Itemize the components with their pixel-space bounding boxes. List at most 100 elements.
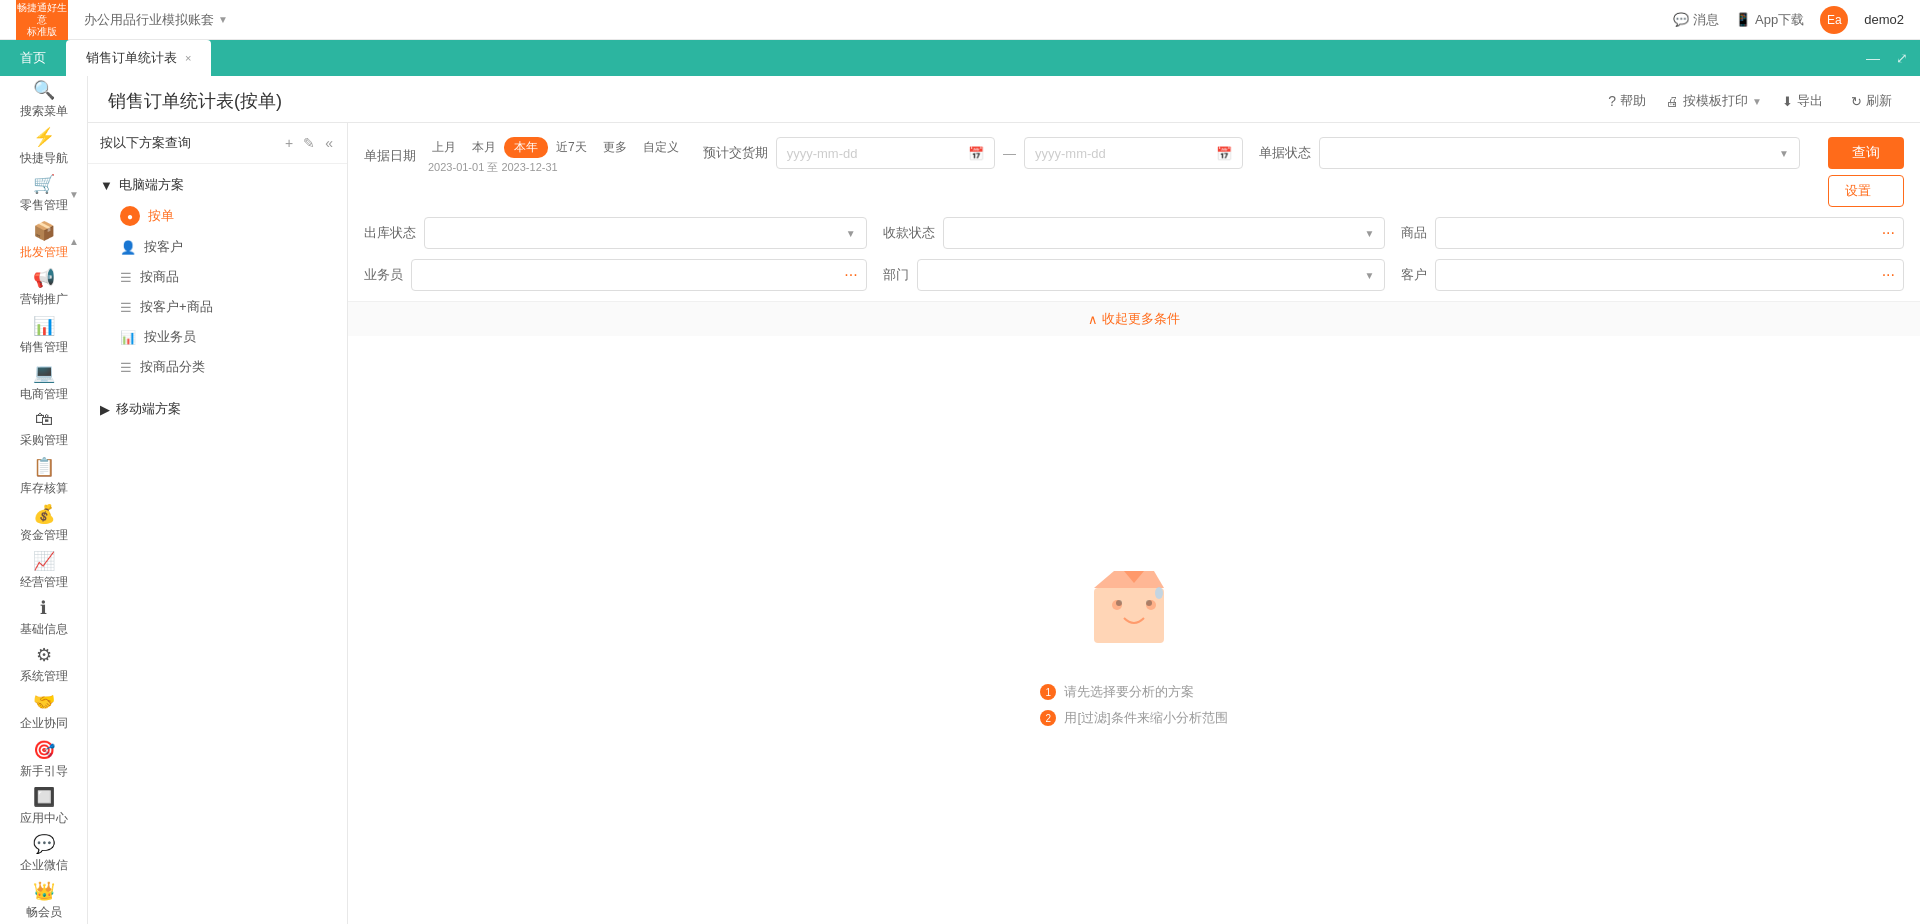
- sidebar-item-guide[interactable]: 🎯 新手引导: [0, 736, 87, 783]
- sidebar-item-system[interactable]: ⚙ 系统管理: [0, 641, 87, 688]
- help-btn[interactable]: ? 帮助: [1600, 88, 1654, 114]
- template-print-btn[interactable]: 🖨 按模板打印 ▼: [1666, 92, 1762, 110]
- expected-date-end[interactable]: yyyy-mm-dd 📅: [1024, 137, 1243, 169]
- scheme-item-by-salesperson[interactable]: 📊 按业务员: [88, 322, 347, 352]
- sidebar-item-membership[interactable]: 👑 畅会员: [0, 877, 87, 924]
- date-btn-custom[interactable]: 自定义: [635, 137, 687, 158]
- sidebar-item-inventory[interactable]: 📋 库存核算: [0, 453, 87, 500]
- sidebar-enterprise-label: 企业协同: [20, 715, 68, 732]
- sidebar-item-shortcuts[interactable]: ⚡ 快捷导航: [0, 123, 87, 170]
- app-download-btn[interactable]: 📱 App下载: [1735, 11, 1804, 29]
- step-1-badge: 1: [1040, 684, 1056, 700]
- salesperson-input[interactable]: ···: [411, 259, 867, 291]
- sidebar-item-enterprise[interactable]: 🤝 企业协同: [0, 688, 87, 735]
- user-avatar[interactable]: Ea: [1820, 6, 1848, 34]
- pc-scheme-section: ▼ 电脑端方案 ● 按单 👤 按客户 ☰ 按商品: [88, 164, 347, 388]
- ecommerce-icon: 💻: [33, 362, 55, 384]
- marketing-icon: 📢: [33, 267, 55, 289]
- sidebar-item-retail[interactable]: 🛒 零售管理 ▼: [0, 170, 87, 217]
- status-select[interactable]: ▼: [1319, 137, 1800, 169]
- mobile-section-label: 移动端方案: [116, 400, 181, 418]
- date-filter-group: 单据日期 上月 本月 本年 近7天 更多 自定义 20: [364, 137, 687, 175]
- add-scheme-btn[interactable]: +: [283, 133, 295, 153]
- sidebar-item-purchase[interactable]: 🛍 采购管理: [0, 406, 87, 453]
- collapse-panel-btn[interactable]: «: [323, 133, 335, 153]
- date-btn-this-year[interactable]: 本年: [504, 137, 548, 158]
- sidebar-retail-label: 零售管理: [20, 197, 68, 214]
- sidebar-item-marketing[interactable]: 📢 营销推广: [0, 264, 87, 311]
- date-btn-more[interactable]: 更多: [595, 137, 635, 158]
- content: 销售订单统计表(按单) ? 帮助 🖨 按模板打印 ▼ ⬇ 导出: [88, 76, 1920, 924]
- filter-row-3: 业务员 ··· 部门 ▼: [348, 249, 1920, 301]
- empty-hint-2: 2 用[过滤]条件来缩小分析范围: [1040, 709, 1227, 727]
- main-layout: 🔍 搜索菜单 ⚡ 快捷导航 🛒 零售管理 ▼ 📦 批发管理 ▲ 📢 营销推广 📊…: [0, 76, 1920, 924]
- customer-label: 客户: [1401, 266, 1427, 284]
- dept-select[interactable]: ▼: [917, 259, 1386, 291]
- sidebar-item-finance[interactable]: 💰 资金管理: [0, 500, 87, 547]
- date-btn-last-7days[interactable]: 近7天: [548, 137, 595, 158]
- sidebar-item-wholesale[interactable]: 📦 批发管理 ▲: [0, 217, 87, 264]
- sidebar-item-ecommerce[interactable]: 💻 电商管理: [0, 359, 87, 406]
- template-print-label: 按模板打印: [1683, 92, 1748, 110]
- out-status-group: 出库状态 ▼: [364, 217, 867, 249]
- date-btn-this-month[interactable]: 本月: [464, 137, 504, 158]
- status-select-arrow-icon: ▼: [1779, 148, 1789, 159]
- scheme-item-by-customer[interactable]: 👤 按客户: [88, 232, 347, 262]
- sidebar-item-basic-info[interactable]: ℹ 基础信息: [0, 594, 87, 641]
- shortcut-icon: ⚡: [33, 126, 55, 148]
- sidebar-item-sales[interactable]: 📊 销售管理: [0, 312, 87, 359]
- nav-maximize-btn[interactable]: ⤢: [1892, 48, 1912, 68]
- scheme-item-by-order[interactable]: ● 按单: [88, 200, 347, 232]
- logo: 畅捷通好生意 标准版: [16, 0, 68, 40]
- user-name[interactable]: demo2: [1864, 12, 1904, 27]
- nav-minimize-btn[interactable]: —: [1862, 48, 1884, 68]
- dept-group: 部门 ▼: [883, 259, 1386, 291]
- receipt-status-select[interactable]: ▼: [943, 217, 1386, 249]
- sidebar-marketing-label: 营销推广: [20, 291, 68, 308]
- date-btn-last-month[interactable]: 上月: [424, 137, 464, 158]
- scheme-item-by-goods[interactable]: ☰ 按商品: [88, 262, 347, 292]
- goods-more-icon[interactable]: ···: [1882, 224, 1895, 242]
- expected-date-start[interactable]: yyyy-mm-dd 📅: [776, 137, 995, 169]
- edit-scheme-btn[interactable]: ✎: [301, 133, 317, 153]
- mobile-scheme-header[interactable]: ▶ 移动端方案: [88, 394, 347, 424]
- date-buttons-wrapper: 上月 本月 本年 近7天 更多 自定义 2023-01-01 至 2023-12…: [424, 137, 687, 175]
- page-title-row: 销售订单统计表(按单) ? 帮助 🖨 按模板打印 ▼ ⬇ 导出: [108, 88, 1900, 114]
- pc-section-label: 电脑端方案: [119, 176, 184, 194]
- goods-input[interactable]: ···: [1435, 217, 1904, 249]
- dept-label: 部门: [883, 266, 909, 284]
- membership-icon: 👑: [33, 880, 55, 902]
- page-selector[interactable]: 办公用品行业模拟账套 ▼: [84, 11, 228, 29]
- status-filter-group: 单据状态 ▼: [1259, 137, 1800, 169]
- refresh-btn[interactable]: ↻ 刷新: [1843, 88, 1900, 114]
- tab-home[interactable]: 首页: [0, 40, 66, 76]
- scheme-item-by-category[interactable]: ☰ 按商品分类: [88, 352, 347, 382]
- sidebar-item-search[interactable]: 🔍 搜索菜单: [0, 76, 87, 123]
- tab-close-icon[interactable]: ×: [185, 52, 191, 64]
- setting-btn[interactable]: 设置: [1828, 175, 1904, 207]
- sidebar-sales-label: 销售管理: [20, 339, 68, 356]
- collapse-more-btn[interactable]: ∧ 收起更多条件: [348, 301, 1920, 336]
- empty-hint-2-text: 用[过滤]条件来缩小分析范围: [1064, 709, 1227, 727]
- scheme-item-by-salesperson-label: 按业务员: [144, 328, 196, 346]
- sidebar-item-operations[interactable]: 📈 经营管理: [0, 547, 87, 594]
- salesperson-more-icon[interactable]: ···: [844, 266, 857, 284]
- out-status-select[interactable]: ▼: [424, 217, 867, 249]
- help-label: 帮助: [1620, 92, 1646, 110]
- query-btn[interactable]: 查询: [1828, 137, 1904, 169]
- sidebar-item-wechat[interactable]: 💬 企业微信: [0, 830, 87, 877]
- scheme-item-by-customer-goods[interactable]: ☰ 按客户+商品: [88, 292, 347, 322]
- left-panel-header: 按以下方案查询 + ✎ «: [88, 123, 347, 164]
- message-btn[interactable]: 💬 消息: [1673, 11, 1719, 29]
- help-icon: ?: [1608, 93, 1616, 109]
- tab-sales-order[interactable]: 销售订单统计表 ×: [66, 40, 211, 76]
- sidebar-ecommerce-label: 电商管理: [20, 386, 68, 403]
- export-icon: ⬇: [1782, 94, 1793, 109]
- customer-input[interactable]: ···: [1435, 259, 1904, 291]
- dept-arrow-icon: ▼: [1364, 270, 1374, 281]
- pc-scheme-header[interactable]: ▼ 电脑端方案: [88, 170, 347, 200]
- export-btn[interactable]: ⬇ 导出: [1774, 88, 1831, 114]
- sidebar-item-app-center[interactable]: 🔲 应用中心: [0, 783, 87, 830]
- customer-more-icon[interactable]: ···: [1882, 266, 1895, 284]
- wholesale-icon: 📦: [33, 220, 55, 242]
